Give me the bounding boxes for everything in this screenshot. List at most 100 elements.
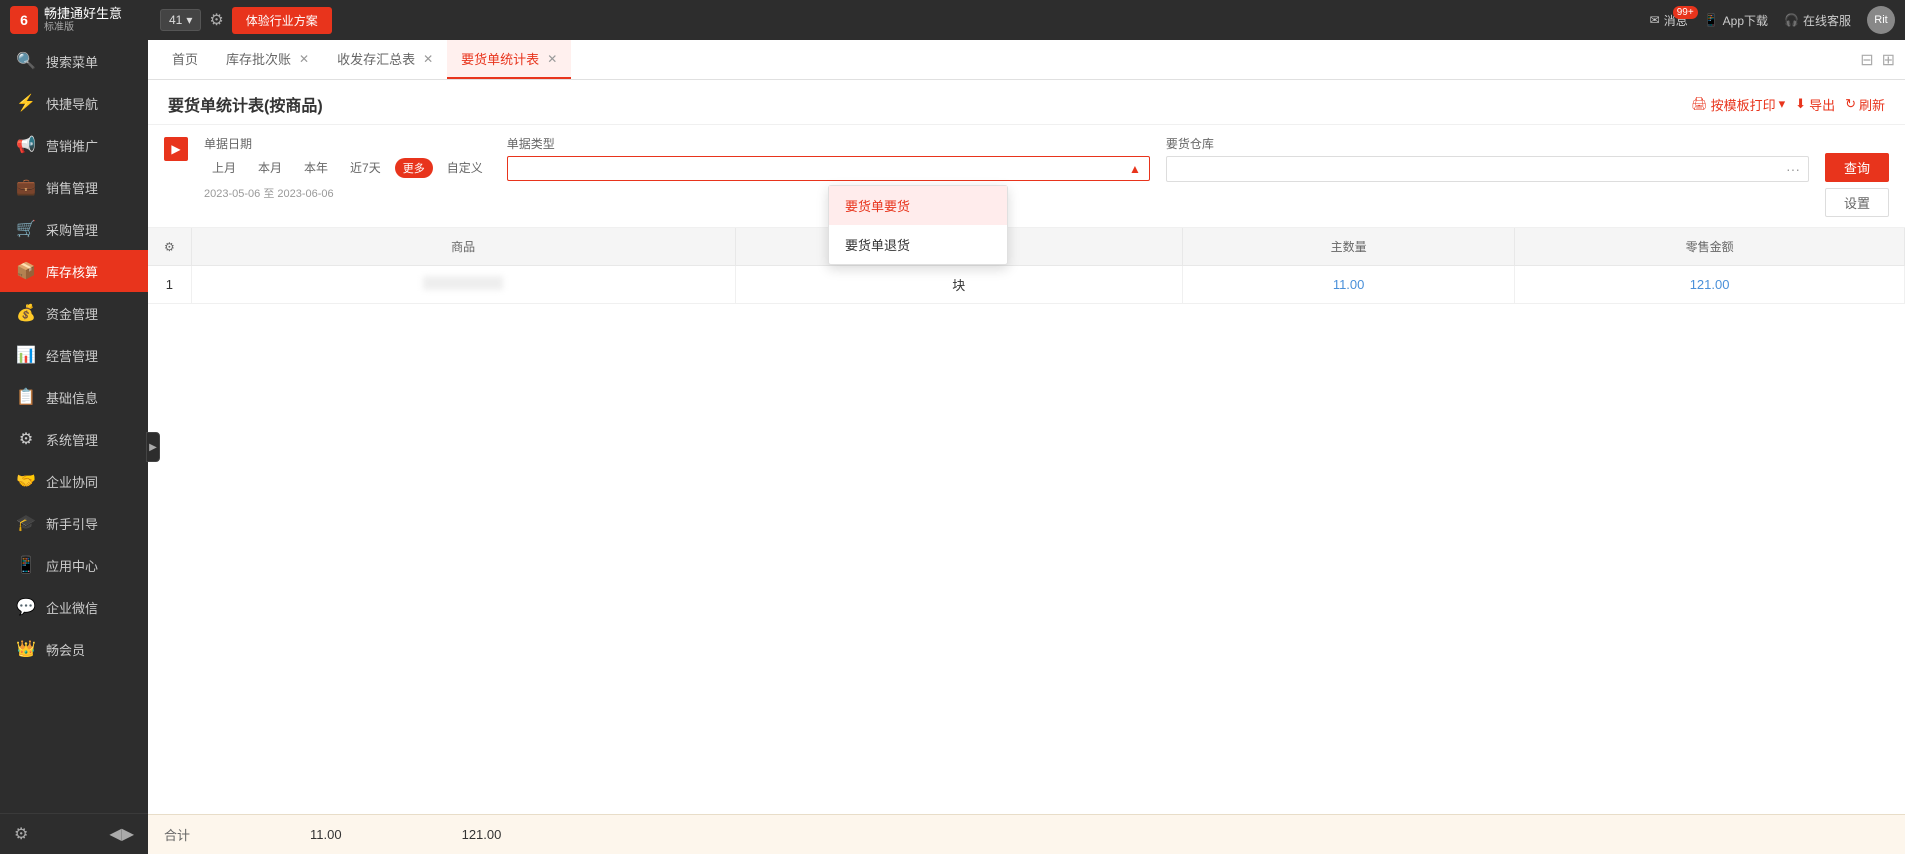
avatar[interactable]: Rit [1867, 6, 1895, 34]
refresh-label: 刷新 [1859, 95, 1885, 114]
sidebar-label-sales: 销售管理 [46, 178, 98, 197]
tab-inventory-batch[interactable]: 库存批次账 ✕ [212, 40, 323, 79]
more-options-icon[interactable]: ··· [1786, 161, 1800, 177]
sidebar-collapse-arrow[interactable]: ▶ [146, 432, 160, 462]
table-row: 1 块 11.00 121.0 [148, 266, 1905, 304]
sidebar-item-guide[interactable]: 🎓 新手引导 [0, 502, 148, 544]
sidebar-item-basic-info[interactable]: 📋 基础信息 [0, 376, 148, 418]
tab-home[interactable]: 首页 [158, 40, 212, 79]
table-settings-icon[interactable]: ⚙ [164, 240, 175, 254]
table-footer: 合计 11.00 121.00 [148, 814, 1905, 854]
dropdown-item-order-return[interactable]: 要货单退货 [829, 225, 1007, 264]
date-btn-this-year[interactable]: 本年 [296, 156, 336, 179]
message-icon: ✉ [1650, 13, 1660, 27]
sidebar-item-system[interactable]: ⚙ 系统管理 [0, 418, 148, 460]
table-section: ⚙ 商品 主计量单位 主数量 零 [148, 228, 1905, 814]
settings-button[interactable]: 设置 [1825, 188, 1889, 217]
sidebar-item-finance[interactable]: 💰 资金管理 [0, 292, 148, 334]
cell-main-qty[interactable]: 11.00 [1183, 266, 1515, 304]
filter-actions: 查询 设置 [1825, 153, 1889, 217]
sidebar-bottom: ⚙ ◀▶ [0, 813, 148, 854]
sidebar-item-search[interactable]: 🔍 搜索菜单 [0, 40, 148, 82]
date-btn-last-7days[interactable]: 近7天 [342, 156, 389, 179]
type-filter-input[interactable] [516, 161, 1129, 176]
footer-retail-amt: 121.00 [462, 827, 502, 842]
sidebar-label-wechat-biz: 企业微信 [46, 598, 98, 617]
tab-receivable-summary[interactable]: 收发存汇总表 ✕ [323, 40, 447, 79]
export-action[interactable]: ⬇ 导出 [1795, 95, 1835, 114]
refresh-action[interactable]: ↻ 刷新 [1845, 95, 1885, 114]
sidebar-item-operations[interactable]: 📊 经营管理 [0, 334, 148, 376]
main-layout: 🔍 搜索菜单 ⚡ 快捷导航 📢 营销推广 💼 销售管理 🛒 采购管理 📦 [0, 40, 1905, 854]
type-filter-group: 单据类型 ▲ [507, 135, 1150, 181]
cell-retail-amt[interactable]: 121.00 [1515, 266, 1905, 304]
tab-receivable-summary-label: 收发存汇总表 [337, 49, 415, 68]
top-bar: 6 畅捷通好生意 标准版 41 ▾ ⚙ 体验行业方案 ✉ 消息 99+ 📱 Ap… [0, 0, 1905, 40]
col-product: 商品 [191, 228, 735, 266]
sidebar-item-purchase[interactable]: 🛒 采购管理 [0, 208, 148, 250]
inventory-icon: 📦 [16, 261, 36, 281]
purchase-icon: 🛒 [16, 219, 36, 239]
tab-inventory-batch-close[interactable]: ✕ [299, 52, 309, 66]
sidebar-label-operations: 经营管理 [46, 346, 98, 365]
col-settings[interactable]: ⚙ [148, 228, 191, 266]
date-filter-label: 单据日期 [204, 135, 491, 152]
date-btn-this-month[interactable]: 本月 [250, 156, 290, 179]
filter-expand-button[interactable]: ▶ [164, 137, 188, 161]
tab-inventory-batch-label: 库存批次账 [226, 49, 291, 68]
date-range-display: 2023-05-06 至 2023-06-06 [204, 185, 491, 201]
refresh-icon: ↻ [1845, 96, 1856, 112]
sidebar-item-quick-nav[interactable]: ⚡ 快捷导航 [0, 82, 148, 124]
sidebar-item-enterprise[interactable]: 🤝 企业协同 [0, 460, 148, 502]
settings-icon[interactable]: ⚙ [14, 824, 28, 844]
table-header-row: ⚙ 商品 主计量单位 主数量 零 [148, 228, 1905, 266]
sidebar-item-inventory[interactable]: 📦 库存核算 [0, 250, 148, 292]
warehouse-filter-input-wrapper[interactable]: ··· [1166, 156, 1809, 182]
sidebar-item-sales[interactable]: 💼 销售管理 [0, 166, 148, 208]
sidebar-label-quick-nav: 快捷导航 [46, 94, 98, 113]
phone-icon: 📱 [1704, 13, 1719, 27]
app-download-label: App下载 [1723, 12, 1768, 29]
dropdown-item-order-goods[interactable]: 要货单要货 [829, 186, 1007, 225]
tab-order-summary[interactable]: 要货单统计表 ✕ [447, 40, 571, 79]
headset-icon: 🎧 [1784, 13, 1799, 27]
tab-order-summary-close[interactable]: ✕ [547, 52, 557, 66]
date-btn-last-month[interactable]: 上月 [204, 156, 244, 179]
guide-icon: 🎓 [16, 513, 36, 533]
app-download-item[interactable]: 📱 App下载 [1704, 12, 1768, 29]
sidebar-item-app-center[interactable]: 📱 应用中心 [0, 544, 148, 586]
support-item[interactable]: 🎧 在线客服 [1784, 12, 1851, 29]
type-filter-input-wrapper[interactable]: ▲ [507, 156, 1150, 181]
warehouse-filter-group: 要货仓库 ··· [1166, 135, 1809, 182]
page-title: 要货单统计表(按商品) [168, 92, 323, 116]
tab-expand-controls: ⊟ ⊞ [1860, 50, 1895, 70]
sidebar-label-member: 畅会员 [46, 640, 85, 659]
tab-receivable-summary-close[interactable]: ✕ [423, 52, 433, 66]
tab-shrink-icon[interactable]: ⊟ [1860, 50, 1873, 70]
print-action[interactable]: 🖨 按模板打印 ▾ [1691, 95, 1785, 114]
tab-expand-icon[interactable]: ⊞ [1882, 50, 1895, 70]
tab-selector[interactable]: 41 ▾ [160, 9, 201, 31]
member-icon: 👑 [16, 639, 36, 659]
type-dropdown-icon[interactable]: ▲ [1129, 162, 1141, 176]
warehouse-filter-input[interactable] [1175, 162, 1786, 177]
dropdown-arrow-icon: ▾ [186, 13, 192, 27]
export-label: 导出 [1809, 95, 1835, 114]
trial-button[interactable]: 体验行业方案 [232, 7, 332, 34]
sidebar-label-search: 搜索菜单 [46, 52, 98, 71]
main-table: ⚙ 商品 主计量单位 主数量 零 [148, 228, 1905, 304]
messages-item[interactable]: ✉ 消息 99+ [1650, 12, 1688, 29]
collapse-icon[interactable]: ◀▶ [109, 824, 134, 844]
sidebar-item-marketing[interactable]: 📢 营销推广 [0, 124, 148, 166]
basic-info-icon: 📋 [16, 387, 36, 407]
date-badge-more[interactable]: 更多 [395, 158, 433, 178]
topbar-gear-icon[interactable]: ⚙ [209, 10, 223, 30]
sidebar-item-wechat-biz[interactable]: 💬 企业微信 [0, 586, 148, 628]
sidebar-item-member[interactable]: 👑 畅会员 [0, 628, 148, 670]
date-btn-custom[interactable]: 自定义 [439, 156, 491, 179]
footer-label: 合计 [164, 825, 190, 844]
cell-product [191, 266, 735, 304]
query-button[interactable]: 查询 [1825, 153, 1889, 182]
date-options-row: 上月 本月 本年 近7天 更多 自定义 [204, 156, 491, 179]
sidebar-label-basic-info: 基础信息 [46, 388, 98, 407]
